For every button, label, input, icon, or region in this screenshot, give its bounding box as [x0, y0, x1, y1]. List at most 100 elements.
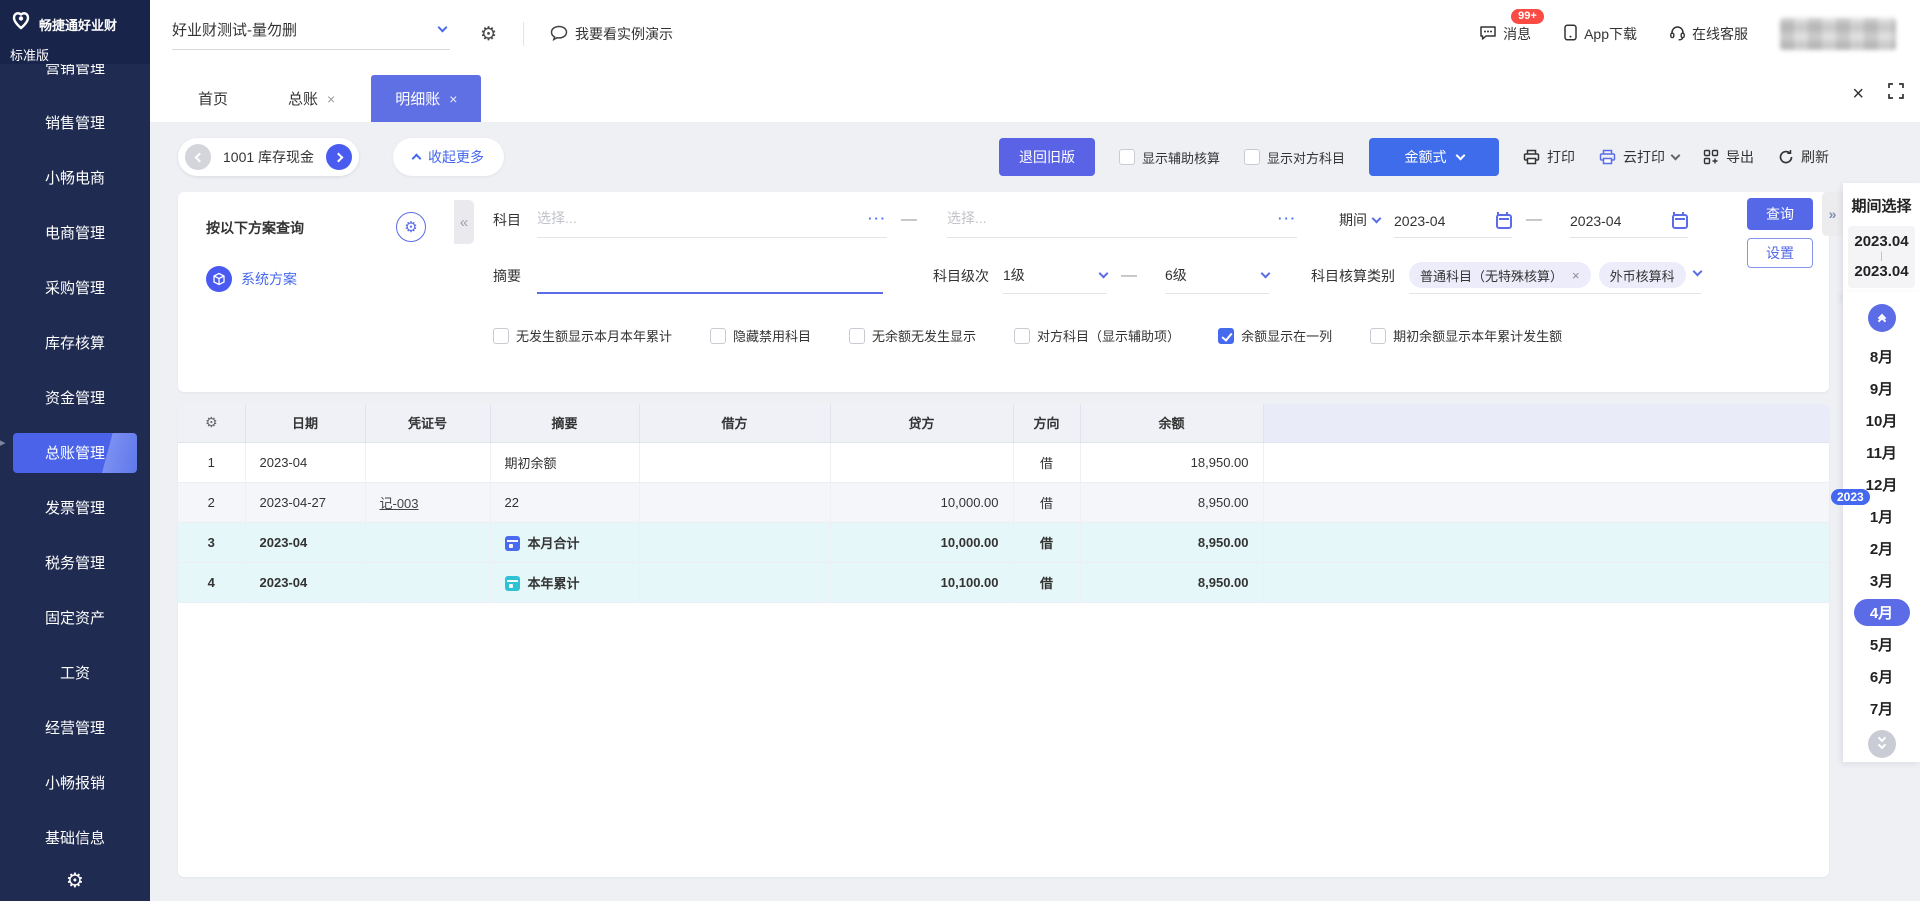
table-row[interactable]: 2 2023-04-27 记-003 22 10,000.00 借 8,950.00: [178, 482, 1829, 523]
option-checkbox-无发生额显示本月本年累计[interactable]: 无发生额显示本月本年累计: [493, 326, 672, 345]
headset-icon: [1669, 24, 1686, 44]
option-checkbox-对方科目（显示辅助项）[interactable]: 对方科目（显示辅助项）: [1014, 326, 1180, 345]
option-checkbox-期初余额显示本年累计发生额[interactable]: 期初余额显示本年累计发生额: [1370, 326, 1562, 345]
month-label: 8月: [1869, 348, 1894, 366]
tab-首页[interactable]: 首页: [174, 75, 252, 122]
period-dropdown[interactable]: 期间: [1339, 210, 1382, 238]
summary-input[interactable]: [537, 270, 883, 294]
online-service-button[interactable]: 在线客服: [1669, 24, 1748, 44]
category-tag: 外币核算科: [1598, 262, 1686, 288]
prev-subject-button[interactable]: [185, 144, 211, 170]
sidebar-item-税务管理[interactable]: 税务管理: [0, 535, 150, 590]
calendar-icon[interactable]: [1496, 211, 1512, 229]
sidebar-settings-gear-icon[interactable]: ⚙: [0, 868, 150, 893]
month-item-7月[interactable]: 7月: [1843, 692, 1920, 724]
month-item-8月[interactable]: 8月: [1843, 340, 1920, 372]
settings-button[interactable]: 设置: [1747, 238, 1813, 268]
app-download-button[interactable]: App下载: [1563, 24, 1637, 44]
scroll-months-down-button[interactable]: [1867, 730, 1896, 758]
sidebar-item-发票管理[interactable]: 发票管理: [0, 480, 150, 535]
sidebar-item-资金管理[interactable]: 资金管理: [0, 370, 150, 425]
sidebar-item-基础信息[interactable]: 基础信息: [0, 810, 150, 855]
subject-from-select[interactable]: 选择... ···: [537, 208, 887, 238]
sidebar-item-固定资产[interactable]: 固定资产: [0, 590, 150, 645]
collapse-pane-handle[interactable]: «: [454, 200, 474, 244]
month-item-9月[interactable]: 9月: [1843, 372, 1920, 404]
month-item-11月[interactable]: 11月: [1843, 436, 1920, 468]
calendar-icon[interactable]: [1672, 211, 1688, 229]
print-button[interactable]: 打印: [1523, 147, 1575, 167]
tab-明细账[interactable]: 明细账 ×: [371, 75, 482, 122]
remove-tag-icon[interactable]: ×: [1572, 268, 1580, 283]
sidebar-item-销售管理[interactable]: 销售管理: [0, 95, 150, 150]
sidebar-item-工资[interactable]: 工资: [0, 645, 150, 700]
period-range-from: 2023.04: [1854, 233, 1909, 250]
sidebar-item-电商管理[interactable]: 电商管理: [0, 205, 150, 260]
month-item-5月[interactable]: 5月: [1843, 628, 1920, 660]
account-gear-icon[interactable]: ⚙: [480, 23, 497, 46]
scroll-months-up-button[interactable]: [1867, 304, 1896, 332]
show-counter-subject-checkbox[interactable]: 显示对方科目: [1243, 148, 1345, 167]
table-row[interactable]: 1 2023-04 期初余额借 18,950.00: [178, 442, 1829, 483]
month-item-3月[interactable]: 3月: [1843, 564, 1920, 596]
ellipsis-picker-icon[interactable]: ···: [1278, 211, 1297, 226]
month-label: 6月: [1869, 668, 1894, 686]
tab-总账[interactable]: 总账 ×: [264, 75, 359, 122]
amount-style-dropdown[interactable]: 金额式: [1369, 138, 1499, 176]
option-label: 对方科目（显示辅助项）: [1037, 329, 1181, 344]
month-item-1月[interactable]: 2023 1月: [1831, 489, 1920, 532]
month-item-10月[interactable]: 10月: [1843, 404, 1920, 436]
back-to-old-version-button[interactable]: 退回旧版: [998, 138, 1095, 176]
period-to-field[interactable]: 2023-04: [1570, 211, 1688, 238]
close-icon[interactable]: ×: [1852, 84, 1864, 104]
next-subject-button[interactable]: [326, 144, 353, 170]
sidebar-expand-arrow-icon[interactable]: ▸: [0, 436, 6, 449]
option-checkbox-隐藏禁用科目[interactable]: 隐藏禁用科目: [710, 326, 811, 345]
column-settings-gear-icon[interactable]: ⚙: [178, 404, 246, 443]
period-panel-collapse-handle[interactable]: »: [1822, 192, 1843, 236]
table-row[interactable]: 3 2023-04 本月合计 10,000.00 借 8,950.00: [178, 522, 1829, 563]
month-item-2月[interactable]: 2月: [1843, 532, 1920, 564]
tab-close-icon[interactable]: ×: [449, 91, 457, 107]
fullscreen-icon[interactable]: [1888, 83, 1904, 104]
sidebar-item-经营管理[interactable]: 经营管理: [0, 700, 150, 755]
period-range-box[interactable]: 2023.04 | 2023.04: [1848, 226, 1915, 288]
username-redacted[interactable]: [1780, 18, 1896, 50]
sidebar-item-总账管理[interactable]: 总账管理: [0, 425, 150, 480]
cloud-print-dropdown[interactable]: 云打印: [1599, 147, 1681, 167]
option-checkbox-余额显示在一列[interactable]: 余额显示在一列: [1218, 326, 1332, 345]
chevron-down-icon: [1098, 268, 1109, 279]
account-select[interactable]: 好业财测试-量勿删: [172, 19, 450, 50]
voucher-link[interactable]: 记-003: [380, 496, 419, 511]
show-aux-checkbox[interactable]: 显示辅助核算: [1118, 148, 1220, 167]
option-checkbox-无余额无发生显示[interactable]: 无余额无发生显示: [849, 326, 976, 345]
messages-button[interactable]: 消息 99+: [1479, 9, 1544, 44]
ellipsis-picker-icon[interactable]: ···: [868, 211, 887, 226]
export-button[interactable]: 导出: [1703, 147, 1754, 167]
level-to-select[interactable]: 6级: [1165, 265, 1271, 294]
query-fields: 科目 选择... ··· — 选择... ··· 期间 2023-04 — 20…: [493, 192, 1719, 392]
tab-close-icon[interactable]: ×: [327, 91, 335, 107]
table-row[interactable]: 4 2023-04 本年累计 10,100.00 借 8,950.00: [178, 562, 1829, 603]
category-tag: 普通科目（无特殊核算） ×: [1409, 262, 1591, 288]
sidebar-item-库存核算[interactable]: 库存核算: [0, 315, 150, 370]
sidebar-item-采购管理[interactable]: 采购管理: [0, 260, 150, 315]
demo-link[interactable]: 我要看实例演示: [550, 24, 673, 44]
level-from-select[interactable]: 1级: [1003, 265, 1109, 294]
period-from-field[interactable]: 2023-04: [1394, 211, 1512, 238]
range-dash: —: [1526, 211, 1542, 228]
checkbox-icon: [1014, 327, 1031, 344]
demo-link-label: 我要看实例演示: [575, 26, 674, 42]
month-item-6月[interactable]: 6月: [1843, 660, 1920, 692]
refresh-button[interactable]: 刷新: [1778, 147, 1829, 167]
category-multiselect[interactable]: 普通科目（无特殊核算） × 外币核算科: [1409, 262, 1703, 294]
search-button[interactable]: 查询: [1747, 198, 1813, 230]
scheme-gear-icon[interactable]: ⚙: [396, 212, 426, 242]
sidebar-item-小畅电商[interactable]: 小畅电商: [0, 150, 150, 205]
sidebar-item-小畅报销[interactable]: 小畅报销: [0, 755, 150, 810]
subject-to-select[interactable]: 选择... ···: [947, 208, 1297, 238]
export-label: 导出: [1726, 149, 1754, 165]
collapse-more-button[interactable]: 收起更多: [393, 138, 505, 176]
system-scheme-item[interactable]: 系统方案: [206, 266, 440, 292]
month-item-4月[interactable]: 4月: [1843, 596, 1920, 628]
